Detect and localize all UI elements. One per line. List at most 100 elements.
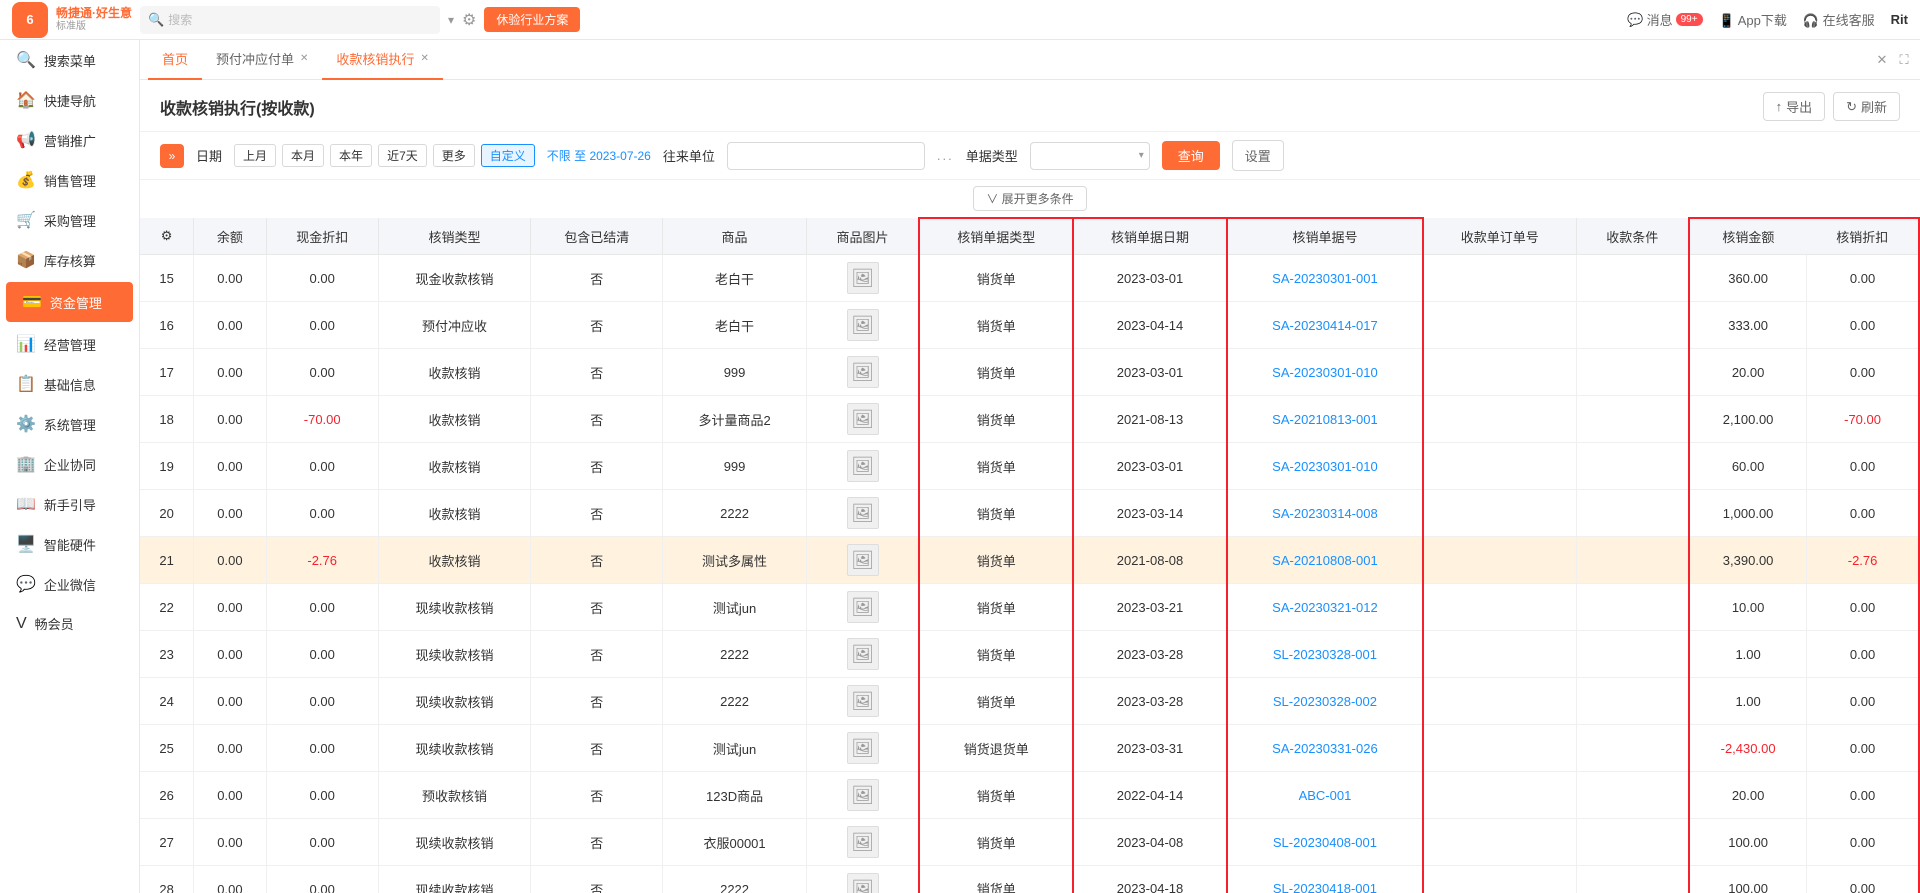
doc-num-link[interactable]: SA-20230301-010 (1272, 459, 1378, 474)
doc-num-link[interactable]: ABC-001 (1299, 788, 1352, 803)
row-cancel-discount: 0.00 (1807, 302, 1919, 349)
sidebar-item-corp[interactable]: 🏢 企业协同 (0, 444, 139, 484)
row-cancel-amount: 20.00 (1689, 772, 1807, 819)
close-window-btn[interactable]: ✕ (1874, 52, 1890, 68)
col-include-settled-header: 包含已结清 (531, 218, 663, 255)
last-month-btn[interactable]: 上月 (234, 144, 276, 167)
this-year-btn[interactable]: 本年 (330, 144, 372, 167)
row-cancel-discount: 0.00 (1807, 678, 1919, 725)
row-cash-discount: 0.00 (266, 866, 378, 893)
row-cancel-doc-num[interactable]: SA-20230301-010 (1227, 443, 1423, 490)
sidebar-item-guide[interactable]: 📖 新手引导 (0, 484, 139, 524)
expand-more-btn[interactable]: ∨ 展开更多条件 (973, 186, 1086, 211)
doc-num-link[interactable]: SA-20210808-001 (1272, 553, 1378, 568)
search-menu-icon: 🔍 (16, 50, 36, 70)
row-cancel-doc-num[interactable]: SA-20230301-001 (1227, 255, 1423, 302)
tab-prepay-close[interactable]: ✕ (300, 53, 308, 64)
row-cancel-doc-type: 销货单 (919, 349, 1073, 396)
sidebar-item-hardware[interactable]: 🖥️ 智能硬件 (0, 524, 139, 564)
row-cancel-doc-num[interactable]: SL-20230418-001 (1227, 866, 1423, 893)
row-cancel-doc-type: 销货单 (919, 537, 1073, 584)
sidebar-item-vip[interactable]: V 畅会员 (0, 604, 139, 643)
doc-num-link[interactable]: SA-20230321-012 (1272, 600, 1378, 615)
message-btn[interactable]: 💬 消息 99+ (1627, 10, 1702, 29)
custom-date-btn[interactable]: 自定义 (481, 144, 535, 167)
tab-collection-close[interactable]: ✕ (420, 53, 428, 64)
row-cancel-amount: 2,100.00 (1689, 396, 1807, 443)
row-cancel-doc-date: 2023-04-14 (1073, 302, 1227, 349)
row-cancel-doc-num[interactable]: SA-20210813-001 (1227, 396, 1423, 443)
sidebar-item-wechat[interactable]: 💬 企业微信 (0, 564, 139, 604)
row-cancel-doc-num[interactable]: ABC-001 (1227, 772, 1423, 819)
row-cancel-doc-num[interactable]: SA-20210808-001 (1227, 537, 1423, 584)
row-balance: 0.00 (194, 490, 266, 537)
row-cancel-doc-num[interactable]: SA-20230301-010 (1227, 349, 1423, 396)
row-receipt-condition (1576, 537, 1689, 584)
row-num: 27 (140, 819, 194, 866)
last-7days-btn[interactable]: 近7天 (378, 144, 427, 167)
settings-icon[interactable]: ⚙ (161, 228, 173, 243)
doc-num-link[interactable]: SA-20230414-017 (1272, 318, 1378, 333)
sidebar-item-sales[interactable]: 💰 销售管理 (0, 160, 139, 200)
more-date-btn[interactable]: 更多 (433, 144, 475, 167)
row-cancel-doc-num[interactable]: SA-20230414-017 (1227, 302, 1423, 349)
row-product: 老白干 (663, 302, 806, 349)
doc-num-link[interactable]: SL-20230328-001 (1273, 647, 1377, 662)
tab-home[interactable]: 首页 (148, 40, 202, 80)
tab-prepay[interactable]: 预付冲应付单 ✕ (202, 40, 322, 80)
doc-num-link[interactable]: SL-20230418-001 (1273, 881, 1377, 893)
row-cash-discount: 0.00 (266, 443, 378, 490)
row-cancel-doc-date: 2021-08-08 (1073, 537, 1227, 584)
row-cancel-doc-num[interactable]: SA-20230331-026 (1227, 725, 1423, 772)
row-balance: 0.00 (194, 819, 266, 866)
row-balance: 0.00 (194, 725, 266, 772)
sidebar-item-basic[interactable]: 📋 基础信息 (0, 364, 139, 404)
doc-num-link[interactable]: SL-20230408-001 (1273, 835, 1377, 850)
sidebar-item-quick-nav[interactable]: 🏠 快捷导航 (0, 80, 139, 120)
row-cancel-doc-num[interactable]: SA-20230314-008 (1227, 490, 1423, 537)
row-num: 16 (140, 302, 194, 349)
doc-type-select[interactable] (1030, 142, 1150, 170)
refresh-btn[interactable]: ↻ 刷新 (1833, 92, 1900, 121)
row-cancel-doc-num[interactable]: SL-20230408-001 (1227, 819, 1423, 866)
doc-num-link[interactable]: SA-20210813-001 (1272, 412, 1378, 427)
app-download-btn[interactable]: 📱 App下载 (1719, 10, 1787, 29)
sidebar-item-search-menu[interactable]: 🔍 搜索菜单 (0, 40, 139, 80)
sidebar-item-purchase[interactable]: 🛒 采购管理 (0, 200, 139, 240)
filter-expand-btn[interactable]: » (160, 144, 184, 168)
sidebar-item-operations[interactable]: 📊 经营管理 (0, 324, 139, 364)
online-service-btn[interactable]: 🎧 在线客服 (1803, 10, 1875, 29)
row-product-img: 🖼 (806, 631, 919, 678)
query-btn[interactable]: 查询 (1162, 141, 1220, 170)
doc-num-link[interactable]: SA-20230301-001 (1272, 271, 1378, 286)
table-row: 260.000.00预收款核销否123D商品🖼销货单2022-04-14ABC-… (140, 772, 1919, 819)
row-cancel-doc-num[interactable]: SA-20230321-012 (1227, 584, 1423, 631)
doc-num-link[interactable]: SA-20230314-008 (1272, 506, 1378, 521)
row-cancel-doc-type: 销货单 (919, 584, 1073, 631)
doc-num-link[interactable]: SL-20230328-002 (1273, 694, 1377, 709)
trial-btn[interactable]: 休验行业方案 (484, 7, 580, 32)
export-btn[interactable]: ↑ 导出 (1763, 92, 1826, 121)
sidebar-item-marketing[interactable]: 📢 营销推广 (0, 120, 139, 160)
sidebar-item-finance[interactable]: 💳 资金管理 (6, 282, 133, 322)
row-balance: 0.00 (194, 443, 266, 490)
table-row: 270.000.00现续收款核销否衣服00001🖼销货单2023-04-08SL… (140, 819, 1919, 866)
top-search[interactable]: 🔍 搜索 (140, 6, 440, 34)
maximize-window-btn[interactable]: ⛶ (1896, 52, 1912, 68)
sidebar-item-inventory[interactable]: 📦 库存核算 (0, 240, 139, 280)
row-cancel-doc-num[interactable]: SL-20230328-001 (1227, 631, 1423, 678)
from-unit-input[interactable] (727, 142, 925, 170)
app-edition: 标准版 (56, 21, 132, 33)
doc-num-link[interactable]: SA-20230331-026 (1272, 741, 1378, 756)
doc-num-link[interactable]: SA-20230301-010 (1272, 365, 1378, 380)
row-cash-discount: 0.00 (266, 302, 378, 349)
this-month-btn[interactable]: 本月 (282, 144, 324, 167)
col-settings-header[interactable]: ⚙ (140, 218, 194, 255)
row-cancel-type: 现续收款核销 (378, 631, 530, 678)
settings-filter-btn[interactable]: 设置 (1232, 140, 1284, 171)
row-receipt-order (1423, 302, 1576, 349)
tab-collection[interactable]: 收款核销执行 ✕ (322, 40, 442, 80)
col-balance-header: 余额 (194, 218, 266, 255)
sidebar-item-system[interactable]: ⚙️ 系统管理 (0, 404, 139, 444)
row-cancel-doc-num[interactable]: SL-20230328-002 (1227, 678, 1423, 725)
